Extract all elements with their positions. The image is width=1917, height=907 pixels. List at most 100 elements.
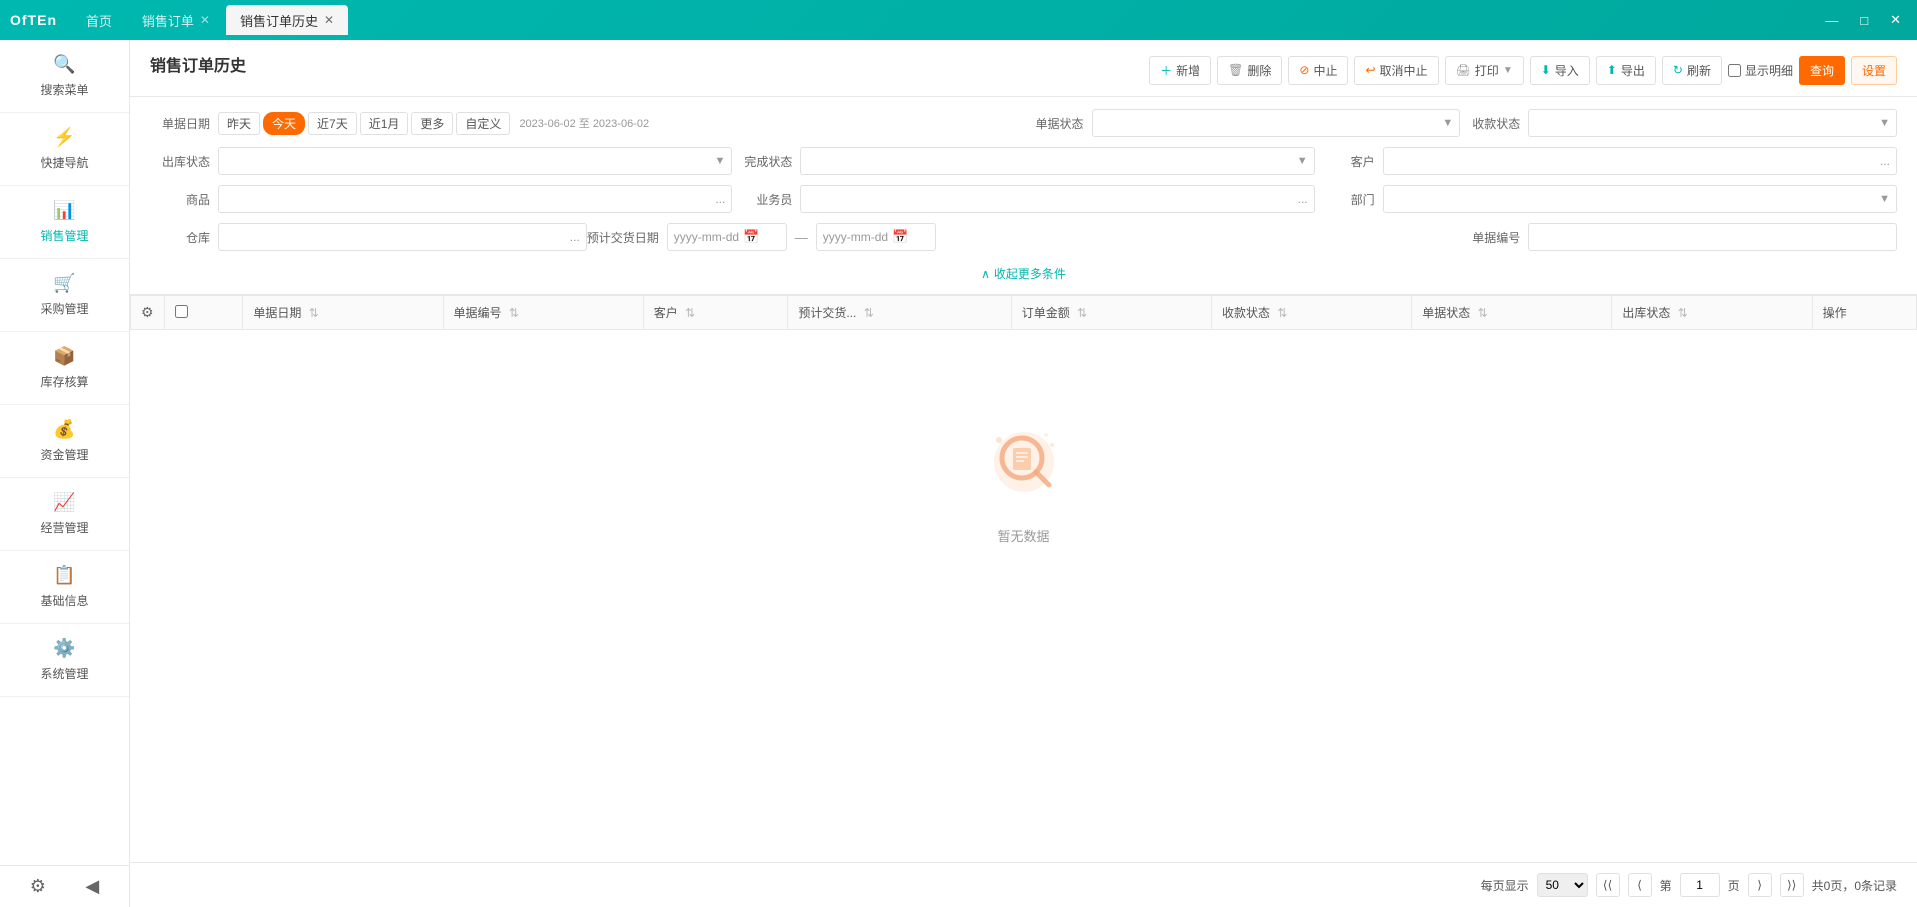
print-button[interactable]: 🖨 打印 ▼ — [1445, 56, 1524, 85]
tab-bar: OfTEn 首页 销售订单 ✕ 销售订单历史 ✕ — [10, 5, 1819, 35]
completion-status-select[interactable]: ▼ — [800, 147, 1314, 175]
sidebar-item-search-menu[interactable]: 🔍 搜索菜单 — [0, 40, 129, 113]
th-date-label: 单据日期 — [253, 306, 301, 320]
page-title: 销售订单历史 — [150, 52, 246, 76]
sidebar-item-base-info[interactable]: 📋 基础信息 — [0, 551, 129, 624]
import-icon: ⬇ — [1541, 63, 1551, 77]
export-icon: ⬆ — [1607, 63, 1617, 77]
page-size-select[interactable]: 50 20 100 — [1537, 873, 1588, 897]
sidebar-collapse-icon[interactable]: ◀ — [85, 876, 99, 897]
refresh-button[interactable]: ↻ 刷新 — [1662, 56, 1722, 85]
department-arrow-icon: ▼ — [1879, 193, 1890, 205]
sidebar-item-sys-mgmt[interactable]: ⚙️ 系统管理 — [0, 624, 129, 697]
table-header-row: ⚙ 单据日期 ⇅ 单据编号 ⇅ — [131, 296, 1917, 330]
product-input[interactable]: ... — [218, 185, 732, 213]
th-expected-delivery[interactable]: 预计交货... ⇅ — [788, 296, 1011, 330]
th-order-status[interactable]: 单据状态 ⇅ — [1412, 296, 1612, 330]
th-payment-status-sort-icon: ⇅ — [1277, 306, 1287, 320]
sidebar-item-quick-nav[interactable]: ⚡ 快捷导航 — [0, 113, 129, 186]
query-button[interactable]: 查询 — [1799, 56, 1845, 85]
tab-sales-history[interactable]: 销售订单历史 ✕ — [226, 5, 348, 35]
salesperson-label: 业务员 — [732, 191, 792, 208]
date-more-btn[interactable]: 更多 — [411, 112, 453, 135]
last-page-button[interactable]: ⟩⟩ — [1780, 873, 1804, 897]
date-7days-btn[interactable]: 近7天 — [308, 112, 357, 135]
date-1month-btn[interactable]: 近1月 — [360, 112, 409, 135]
jump-label: 第 — [1660, 877, 1672, 894]
main-layout: 🔍 搜索菜单 ⚡ 快捷导航 📊 销售管理 🛒 采购管理 📦 库存核算 💰 资金管… — [0, 40, 1917, 907]
delete-button[interactable]: 🗑 删除 — [1217, 56, 1282, 85]
table-settings-button[interactable]: ⚙ — [141, 304, 154, 321]
delete-icon: 🗑 — [1228, 63, 1243, 77]
show-detail-checkbox[interactable]: 显示明细 — [1728, 62, 1793, 79]
expected-delivery-control: yyyy-mm-dd 📅 — yyyy-mm-dd 📅 — [667, 223, 936, 251]
next-page-button[interactable]: ⟩ — [1748, 873, 1772, 897]
th-amount[interactable]: 订单金额 ⇅ — [1011, 296, 1211, 330]
sidebar-item-sales-mgmt-label: 销售管理 — [40, 227, 88, 244]
th-customer[interactable]: 客户 ⇅ — [643, 296, 788, 330]
th-date[interactable]: 单据日期 ⇅ — [243, 296, 443, 330]
payment-status-select[interactable]: ▼ — [1528, 109, 1897, 137]
import-button[interactable]: ⬇ 导入 — [1530, 56, 1590, 85]
order-number-input[interactable] — [1528, 223, 1897, 251]
department-select[interactable]: ▼ — [1383, 185, 1897, 213]
filter-department: 部门 ▼ — [1315, 185, 1897, 213]
tab-sales-order-close[interactable]: ✕ — [200, 13, 210, 27]
sidebar-item-inventory[interactable]: 📦 库存核算 — [0, 332, 129, 405]
first-page-button[interactable]: ⟨⟨ — [1596, 873, 1620, 897]
cancel-stop-button[interactable]: ↩ 取消中止 — [1354, 56, 1438, 85]
new-button[interactable]: ＋ 新增 — [1149, 56, 1211, 85]
th-amount-sort-icon: ⇅ — [1077, 306, 1087, 320]
tab-sales-history-close[interactable]: ✕ — [324, 13, 334, 27]
page-input[interactable] — [1680, 873, 1720, 897]
sidebar-bottom: ⚙ ◀ — [0, 865, 129, 907]
empty-cell: 暂无数据 — [131, 330, 1917, 626]
sidebar-item-finance-label: 资金管理 — [40, 446, 88, 463]
date-custom-btn[interactable]: 自定义 — [456, 112, 510, 135]
sales-mgmt-icon: 📊 — [53, 200, 75, 221]
payment-status-label: 收款状态 — [1460, 115, 1520, 132]
date-range-text: 2023-06-02 至 2023-06-02 — [519, 115, 649, 131]
sidebar-item-purchase-mgmt[interactable]: 🛒 采购管理 — [0, 259, 129, 332]
order-status-select[interactable]: ▼ — [1092, 109, 1461, 137]
th-delivery-status-sort-icon: ⇅ — [1678, 306, 1688, 320]
salesperson-input[interactable]: ... — [800, 185, 1314, 213]
customer-input[interactable]: ... — [1383, 147, 1897, 175]
th-delivery-status[interactable]: 出库状态 ⇅ — [1612, 296, 1812, 330]
prev-page-button[interactable]: ⟨ — [1628, 873, 1652, 897]
maximize-button[interactable]: □ — [1854, 13, 1874, 28]
print-label: 打印 — [1475, 62, 1499, 79]
delivery-date-end-placeholder: yyyy-mm-dd — [823, 230, 888, 244]
sidebar-item-operations[interactable]: 📈 经营管理 — [0, 478, 129, 551]
import-label: 导入 — [1555, 62, 1579, 79]
th-number[interactable]: 单据编号 ⇅ — [443, 296, 643, 330]
export-button[interactable]: ⬆ 导出 — [1596, 56, 1656, 85]
delivery-status-select[interactable]: ▼ — [218, 147, 732, 175]
date-btn-group: 昨天 今天 近7天 近1月 更多 自定义 2023-06-02 至 2023-0… — [218, 112, 649, 135]
filter-order-number: 单据编号 — [1460, 223, 1897, 251]
delivery-date-end-input[interactable]: yyyy-mm-dd 📅 — [816, 223, 936, 251]
delivery-date-start-input[interactable]: yyyy-mm-dd 📅 — [667, 223, 787, 251]
date-today-btn[interactable]: 今天 — [263, 112, 305, 135]
select-all-checkbox[interactable] — [175, 305, 188, 318]
table-body: 暂无数据 — [131, 330, 1917, 626]
sidebar-item-sales-mgmt[interactable]: 📊 销售管理 — [0, 186, 129, 259]
show-detail-input[interactable] — [1728, 64, 1741, 77]
tab-sales-order[interactable]: 销售订单 ✕ — [128, 5, 224, 35]
warehouse-input[interactable]: ... — [218, 223, 587, 251]
filter-row-4: 仓库 ... 预计交货日期 yyyy-mm-dd 📅 — yyyy — [150, 223, 1897, 251]
close-button[interactable]: ✕ — [1884, 12, 1907, 28]
stop-button[interactable]: ⊘ 中止 — [1288, 56, 1348, 85]
minimize-button[interactable]: — — [1819, 13, 1844, 28]
th-payment-status[interactable]: 收款状态 ⇅ — [1211, 296, 1411, 330]
top-bar: OfTEn 首页 销售订单 ✕ 销售订单历史 ✕ — □ ✕ — [0, 0, 1917, 40]
settings-action-button[interactable]: 设置 — [1851, 56, 1897, 85]
sidebar-item-finance[interactable]: 💰 资金管理 — [0, 405, 129, 478]
tab-home[interactable]: 首页 — [72, 5, 126, 35]
sidebar-item-operations-label: 经营管理 — [40, 519, 88, 536]
th-customer-label: 客户 — [654, 306, 678, 320]
date-yesterday-btn[interactable]: 昨天 — [218, 112, 260, 135]
collapse-row[interactable]: ∧ 收起更多条件 — [150, 261, 1897, 282]
tab-sales-order-label: 销售订单 — [142, 11, 194, 30]
sidebar-settings-icon[interactable]: ⚙ — [30, 876, 46, 897]
